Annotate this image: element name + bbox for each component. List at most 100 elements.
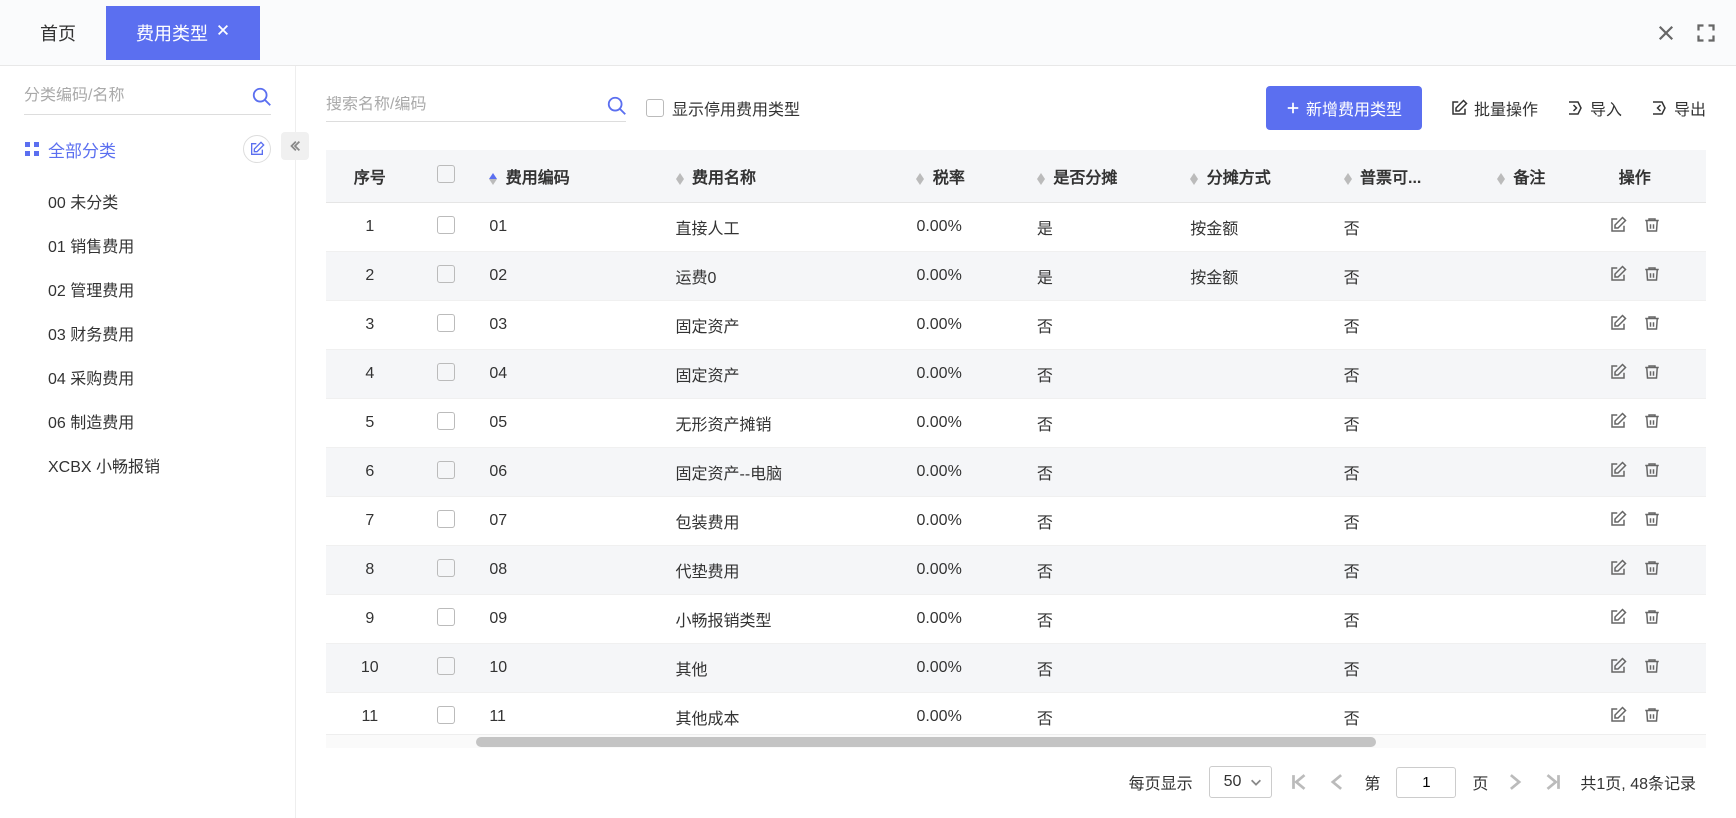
th-alloc-method[interactable]: 分摊方式 — [1180, 150, 1333, 203]
table-scroll[interactable]: 序号 费用编码 费用名称 — [326, 150, 1706, 732]
th-invoice[interactable]: 普票可... — [1334, 150, 1487, 203]
batch-button[interactable]: 批量操作 — [1450, 96, 1538, 120]
cell-checkbox[interactable] — [414, 203, 480, 252]
cell-checkbox[interactable] — [414, 252, 480, 301]
sidebar-item[interactable]: 02 管理费用 — [48, 267, 271, 311]
cell-checkbox[interactable] — [414, 595, 480, 644]
edit-row-icon[interactable] — [1609, 363, 1627, 386]
cell-rate: 0.00% — [906, 497, 1026, 546]
expand-icon[interactable] — [1696, 23, 1716, 43]
delete-row-icon[interactable] — [1643, 412, 1661, 435]
category-all[interactable]: 全部分类 — [24, 135, 271, 163]
cell-rate: 0.00% — [906, 644, 1026, 693]
cell-code: 04 — [479, 350, 665, 399]
tabs-bar: 首页 费用类型 — [0, 0, 1736, 66]
scrollbar-thumb[interactable] — [476, 737, 1376, 747]
sidebar-item[interactable]: 01 销售费用 — [48, 223, 271, 267]
sidebar-item[interactable]: 04 采购费用 — [48, 355, 271, 399]
export-button[interactable]: 导出 — [1650, 96, 1706, 120]
checkbox-icon — [437, 461, 455, 479]
sidebar-item[interactable]: 06 制造费用 — [48, 399, 271, 443]
cell-invoice: 否 — [1334, 252, 1487, 301]
delete-row-icon[interactable] — [1643, 216, 1661, 239]
sidebar-item[interactable]: 00 未分类 — [48, 179, 271, 223]
table-row[interactable]: 1111其他成本0.00%否否 — [326, 693, 1706, 733]
tab-home[interactable]: 首页 — [10, 6, 106, 60]
next-page-icon[interactable] — [1504, 771, 1526, 793]
th-seq[interactable]: 序号 — [326, 150, 414, 203]
sidebar-search-input[interactable] — [24, 87, 251, 105]
delete-row-icon[interactable] — [1643, 559, 1661, 582]
delete-row-icon[interactable] — [1643, 657, 1661, 680]
edit-row-icon[interactable] — [1609, 461, 1627, 484]
delete-row-icon[interactable] — [1643, 706, 1661, 729]
last-page-icon[interactable] — [1542, 771, 1564, 793]
checkbox-icon — [437, 363, 455, 381]
search-icon[interactable] — [251, 86, 271, 106]
edit-row-icon[interactable] — [1609, 265, 1627, 288]
toolbar-right: 新增费用类型 批量操作 导入 导出 — [1266, 86, 1706, 130]
th-checkbox[interactable] — [414, 150, 480, 203]
edit-row-icon[interactable] — [1609, 216, 1627, 239]
tab-close-icon[interactable] — [216, 23, 230, 42]
table-row[interactable]: 505无形资产摊销0.00%否否 — [326, 399, 1706, 448]
page-number-input[interactable] — [1396, 767, 1456, 798]
table-row[interactable]: 909小畅报销类型0.00%否否 — [326, 595, 1706, 644]
edit-row-icon[interactable] — [1609, 657, 1627, 680]
first-page-icon[interactable] — [1288, 771, 1310, 793]
sidebar-item[interactable]: XCBX 小畅报销 — [48, 443, 271, 487]
sidebar-item[interactable]: 03 财务费用 — [48, 311, 271, 355]
table-row[interactable]: 808代垫费用0.00%否否 — [326, 546, 1706, 595]
th-code[interactable]: 费用编码 — [479, 150, 665, 203]
cell-checkbox[interactable] — [414, 350, 480, 399]
cell-checkbox[interactable] — [414, 497, 480, 546]
cell-method: 按金额 — [1180, 252, 1333, 301]
delete-row-icon[interactable] — [1643, 461, 1661, 484]
cell-checkbox[interactable] — [414, 301, 480, 350]
th-action: 操作 — [1564, 150, 1706, 203]
table-row[interactable]: 202运费00.00%是按金额否 — [326, 252, 1706, 301]
cell-name: 其他 — [666, 644, 907, 693]
close-all-tabs-icon[interactable] — [1656, 23, 1676, 43]
cell-alloc: 否 — [1027, 301, 1180, 350]
th-rate[interactable]: 税率 — [906, 150, 1026, 203]
tab-expense-type[interactable]: 费用类型 — [106, 6, 260, 60]
add-button[interactable]: 新增费用类型 — [1266, 86, 1422, 130]
edit-row-icon[interactable] — [1609, 412, 1627, 435]
collapse-sidebar-icon[interactable] — [281, 132, 309, 160]
table-row[interactable]: 1010其他0.00%否否 — [326, 644, 1706, 693]
table-row[interactable]: 101直接人工0.00%是按金额否 — [326, 203, 1706, 252]
edit-row-icon[interactable] — [1609, 559, 1627, 582]
th-remark[interactable]: 备注 — [1487, 150, 1564, 203]
cell-checkbox[interactable] — [414, 399, 480, 448]
th-name[interactable]: 费用名称 — [666, 150, 907, 203]
content-search-input[interactable] — [326, 96, 606, 114]
search-icon[interactable] — [606, 95, 626, 115]
edit-category-icon[interactable] — [243, 135, 271, 163]
cell-checkbox[interactable] — [414, 546, 480, 595]
delete-row-icon[interactable] — [1643, 510, 1661, 533]
delete-row-icon[interactable] — [1643, 314, 1661, 337]
cell-checkbox[interactable] — [414, 448, 480, 497]
prev-page-icon[interactable] — [1326, 771, 1348, 793]
show-disabled-checkbox[interactable]: 显示停用费用类型 — [646, 96, 800, 120]
delete-row-icon[interactable] — [1643, 265, 1661, 288]
per-page-select[interactable]: 50 — [1209, 766, 1273, 798]
cell-checkbox[interactable] — [414, 644, 480, 693]
delete-row-icon[interactable] — [1643, 608, 1661, 631]
edit-row-icon[interactable] — [1609, 608, 1627, 631]
edit-row-icon[interactable] — [1609, 314, 1627, 337]
cell-checkbox[interactable] — [414, 693, 480, 733]
table-row[interactable]: 303固定资产0.00%否否 — [326, 301, 1706, 350]
horizontal-scrollbar[interactable] — [326, 734, 1706, 748]
table-row[interactable]: 606固定资产--电脑0.00%否否 — [326, 448, 1706, 497]
delete-row-icon[interactable] — [1643, 363, 1661, 386]
table-row[interactable]: 404固定资产0.00%否否 — [326, 350, 1706, 399]
th-alloc-flag[interactable]: 是否分摊 — [1027, 150, 1180, 203]
edit-row-icon[interactable] — [1609, 706, 1627, 729]
cell-action — [1564, 252, 1706, 301]
import-button[interactable]: 导入 — [1566, 96, 1622, 120]
cell-seq: 6 — [326, 448, 414, 497]
edit-row-icon[interactable] — [1609, 510, 1627, 533]
table-row[interactable]: 707包装费用0.00%否否 — [326, 497, 1706, 546]
